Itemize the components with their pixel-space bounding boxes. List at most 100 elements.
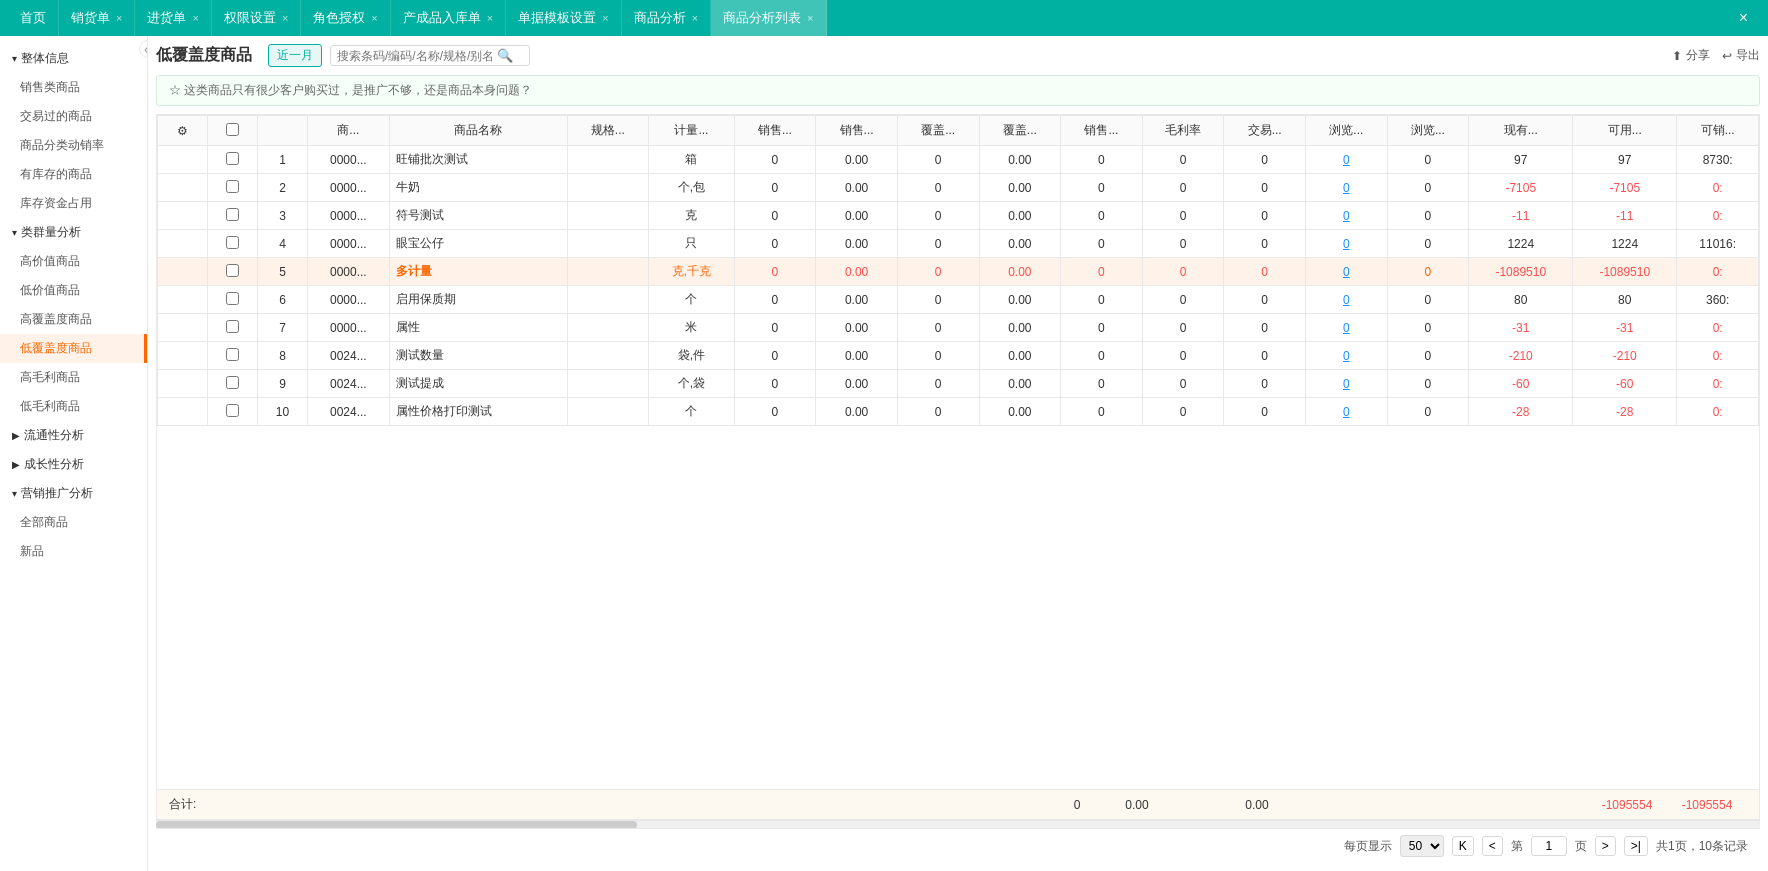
- select-all-checkbox[interactable]: [226, 123, 239, 136]
- row-checkbox[interactable]: [226, 180, 239, 193]
- sidebar-item-traded-goods[interactable]: 交易过的商品: [0, 102, 147, 131]
- data-table-container[interactable]: ⚙ 商... 商品名称 规格... 计量... 销售... 销售... 覆盖..…: [156, 114, 1760, 790]
- th-stock[interactable]: 现有...: [1469, 116, 1573, 146]
- current-page-input[interactable]: [1531, 836, 1567, 856]
- footer-avail-total: -1095554: [1667, 798, 1747, 812]
- filter-recent-month-button[interactable]: 近一月: [268, 44, 322, 67]
- table-row[interactable]: 70000...属性米00.0000.0000000-31-310:: [158, 314, 1759, 342]
- gear-icon[interactable]: ⚙: [177, 124, 188, 138]
- row-checkbox[interactable]: [226, 320, 239, 333]
- table-row[interactable]: 40000...眼宝公仔只00.0000.0000000122412241101…: [158, 230, 1759, 258]
- th-checkbox[interactable]: [208, 116, 258, 146]
- sidebar-item-new-goods[interactable]: 新品: [0, 537, 147, 566]
- sidebar: « ▾ 整体信息 销售类商品 交易过的商品 商品分类动销率 有库存的商品 库存资…: [0, 36, 148, 871]
- cluster-arrow-icon: ▾: [12, 227, 17, 238]
- th-coverage1[interactable]: 覆盖...: [897, 116, 979, 146]
- th-transaction[interactable]: 交易...: [1224, 116, 1306, 146]
- th-index: [258, 116, 308, 146]
- table-row[interactable]: 30000...符号测试克00.0000.0000000-11-110:: [158, 202, 1759, 230]
- table-row[interactable]: 60000...启用保质期个00.0000.00000008080360:: [158, 286, 1759, 314]
- th-browse2[interactable]: 浏览...: [1387, 116, 1469, 146]
- row-checkbox[interactable]: [226, 404, 239, 417]
- page-title: 低覆盖度商品: [156, 45, 252, 66]
- prev-page-button[interactable]: <: [1482, 836, 1503, 856]
- nav-close-finished-goods[interactable]: ×: [487, 12, 493, 24]
- th-gross-rate[interactable]: 毛利率: [1142, 116, 1224, 146]
- sidebar-item-high-value[interactable]: 高价值商品: [0, 247, 147, 276]
- per-page-select[interactable]: 50: [1400, 835, 1444, 857]
- nav-close-purchase-order[interactable]: ×: [192, 12, 198, 24]
- main-content: 低覆盖度商品 近一月 🔍 ⬆ 分享 ↩ 导出: [148, 36, 1768, 871]
- first-page-button[interactable]: K: [1452, 836, 1474, 856]
- search-icon[interactable]: 🔍: [497, 48, 513, 63]
- sidebar-item-high-coverage[interactable]: 高覆盖度商品: [0, 305, 147, 334]
- sidebar-item-category-rate[interactable]: 商品分类动销率: [0, 131, 147, 160]
- share-button[interactable]: ⬆ 分享: [1672, 47, 1710, 64]
- nav-template-settings[interactable]: 单据模板设置 ×: [506, 0, 621, 36]
- sidebar-item-all-goods[interactable]: 全部商品: [0, 508, 147, 537]
- th-coverage2[interactable]: 覆盖...: [979, 116, 1061, 146]
- row-checkbox[interactable]: [226, 264, 239, 277]
- sidebar-section-overall[interactable]: ▾ 整体信息: [0, 44, 147, 73]
- nav-home[interactable]: 首页: [8, 0, 59, 36]
- row-checkbox[interactable]: [226, 376, 239, 389]
- nav-close-template[interactable]: ×: [602, 12, 608, 24]
- sidebar-item-sales-goods[interactable]: 销售类商品: [0, 73, 147, 102]
- table-body: 10000...旺铺批次测试箱00.0000.000000097978730:2…: [158, 146, 1759, 426]
- next-page-button[interactable]: >: [1595, 836, 1616, 856]
- last-page-button[interactable]: >|: [1624, 836, 1648, 856]
- th-spec[interactable]: 规格...: [567, 116, 649, 146]
- nav-sales-order[interactable]: 销货单 ×: [59, 0, 135, 36]
- nav-close-product-analysis-list[interactable]: ×: [807, 12, 813, 24]
- sidebar-section-cluster[interactable]: ▾ 类群量分析: [0, 218, 147, 247]
- sidebar-item-stock-capital[interactable]: 库存资金占用: [0, 189, 147, 218]
- th-sales1[interactable]: 销售...: [734, 116, 816, 146]
- nav-product-analysis-list[interactable]: 商品分析列表 ×: [711, 0, 826, 36]
- row-checkbox[interactable]: [226, 236, 239, 249]
- table-row[interactable]: 50000...多计量克,千克00.0000.0000000-1089510-1…: [158, 258, 1759, 286]
- nav-product-analysis[interactable]: 商品分析 ×: [622, 0, 711, 36]
- nav-role-auth[interactable]: 角色授权 ×: [301, 0, 390, 36]
- sidebar-section-growth[interactable]: ▶ 成长性分析: [0, 450, 147, 479]
- sidebar-section-marketing[interactable]: ▾ 营销推广分析: [0, 479, 147, 508]
- nav-permissions[interactable]: 权限设置 ×: [212, 0, 301, 36]
- sidebar-item-in-stock[interactable]: 有库存的商品: [0, 160, 147, 189]
- nav-finished-goods[interactable]: 产成品入库单 ×: [391, 0, 506, 36]
- th-sellable[interactable]: 可销...: [1677, 116, 1759, 146]
- th-browse1[interactable]: 浏览...: [1306, 116, 1388, 146]
- sidebar-section-liquidity[interactable]: ▶ 流通性分析: [0, 421, 147, 450]
- sidebar-item-low-margin[interactable]: 低毛利商品: [0, 392, 147, 421]
- search-input[interactable]: [337, 49, 497, 63]
- th-sales3[interactable]: 销售...: [1061, 116, 1143, 146]
- th-code[interactable]: 商...: [308, 116, 390, 146]
- row-checkbox[interactable]: [226, 292, 239, 305]
- page-suffix: 页: [1575, 838, 1587, 855]
- nav-close-product-analysis[interactable]: ×: [692, 12, 698, 24]
- table-row[interactable]: 10000...旺铺批次测试箱00.0000.000000097978730:: [158, 146, 1759, 174]
- nav-close-sales-order[interactable]: ×: [116, 12, 122, 24]
- table-row[interactable]: 100024...属性价格打印测试个00.0000.0000000-28-280…: [158, 398, 1759, 426]
- marketing-arrow-icon: ▾: [12, 488, 17, 499]
- row-checkbox[interactable]: [226, 348, 239, 361]
- sidebar-item-low-value[interactable]: 低价值商品: [0, 276, 147, 305]
- sidebar-item-high-margin[interactable]: 高毛利商品: [0, 363, 147, 392]
- export-button[interactable]: ↩ 导出: [1722, 47, 1760, 64]
- th-available[interactable]: 可用...: [1573, 116, 1677, 146]
- row-checkbox[interactable]: [226, 152, 239, 165]
- footer-s2-total: 0.00: [1107, 798, 1167, 812]
- th-name[interactable]: 商品名称: [389, 116, 567, 146]
- table-row[interactable]: 80024...测试数量袋,件00.0000.0000000-210-2100:: [158, 342, 1759, 370]
- row-checkbox[interactable]: [226, 208, 239, 221]
- sidebar-item-low-coverage[interactable]: 低覆盖度商品: [0, 334, 147, 363]
- nav-close-role-auth[interactable]: ×: [371, 12, 377, 24]
- table-row[interactable]: 90024...测试提成个,袋00.0000.0000000-60-600:: [158, 370, 1759, 398]
- nav-close-permissions[interactable]: ×: [282, 12, 288, 24]
- th-unit[interactable]: 计量...: [649, 116, 734, 146]
- horizontal-scrollbar[interactable]: [156, 820, 1760, 828]
- footer-stock-total: -1095554: [1587, 798, 1667, 812]
- th-sales2[interactable]: 销售...: [816, 116, 898, 146]
- th-gear[interactable]: ⚙: [158, 116, 208, 146]
- nav-purchase-order[interactable]: 进货单 ×: [135, 0, 211, 36]
- table-row[interactable]: 20000...牛奶个,包00.0000.0000000-7105-71050:: [158, 174, 1759, 202]
- close-all-tabs-button[interactable]: ×: [1727, 9, 1760, 27]
